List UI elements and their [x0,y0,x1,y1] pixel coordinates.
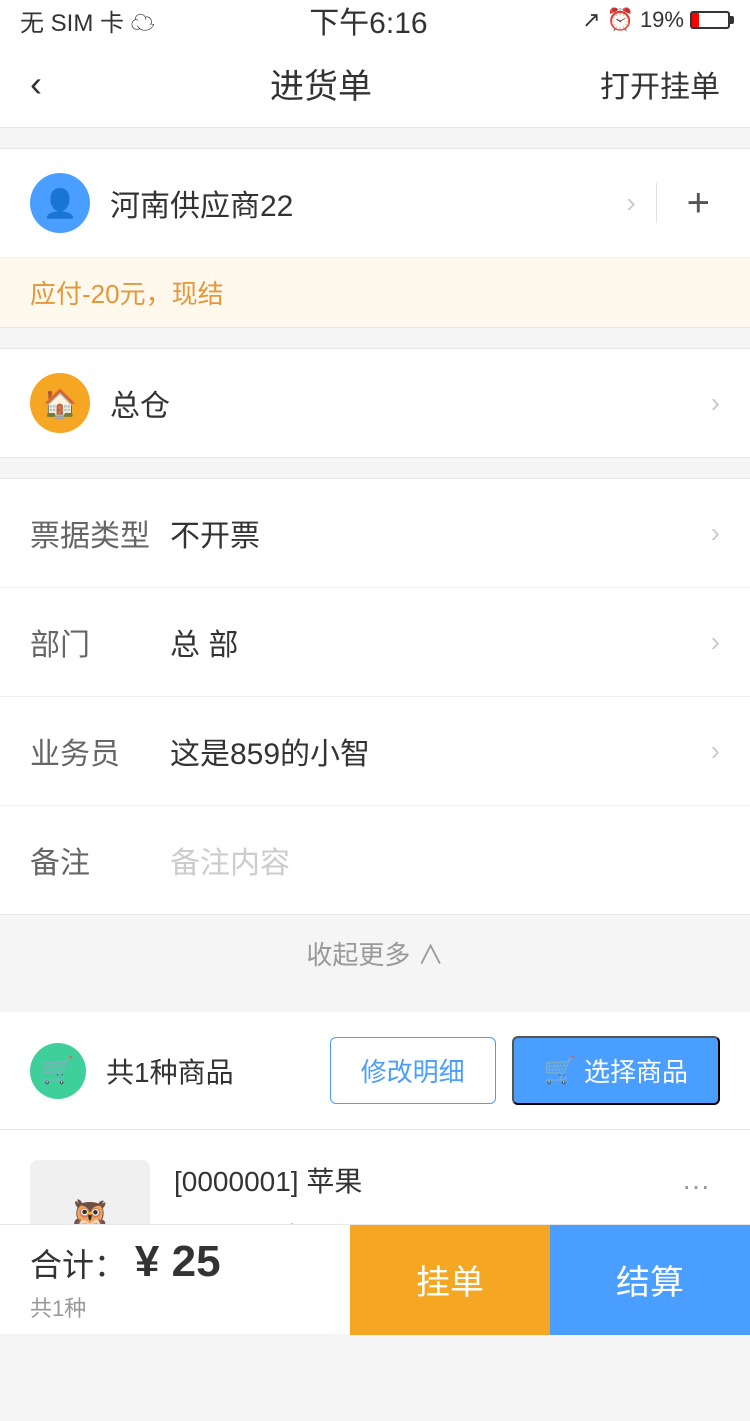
dept-value: 总 部 [170,620,711,664]
house-icon: 🏠 [43,387,78,420]
product-name: [0000001] 苹果 [174,1160,672,1200]
invoice-label: 票据类型 [30,511,170,555]
invoice-value: 不开票 [170,511,711,555]
warehouse-icon: 🏠 [30,373,90,433]
open-hold-button[interactable]: 打开挂单 [600,62,720,106]
collapse-row[interactable]: 收起更多 ∧ [0,915,750,992]
products-header: 🛒 共1种商品 修改明细 🛒 选择商品 [0,1012,750,1130]
product-code: [0000001] [174,1166,299,1197]
supplier-avatar: 👤 [30,173,90,233]
bottom-bar: 合计： ¥ 25 共1种 挂单 结算 [0,1224,750,1334]
staff-value: 这是859的小智 [170,729,711,773]
form-section: 票据类型 不开票 › 部门 总 部 › 业务员 这是859的小智 › 备注 备注… [0,478,750,915]
select-product-button[interactable]: 🛒 选择商品 [512,1036,720,1105]
products-icon: 🛒 [30,1043,86,1099]
notice-text: 应付-20元，现结 [30,279,224,309]
more-options-button[interactable]: ··· [672,1160,720,1212]
total-count: 共1种 [30,1291,320,1323]
note-label: 备注 [30,838,170,882]
total-label: 合计： [30,1247,126,1283]
supplier-section: 👤 河南供应商22 › + 应付-20元，现结 [0,148,750,328]
dept-label: 部门 [30,620,170,664]
invoice-row[interactable]: 票据类型 不开票 › [0,479,750,588]
vertical-divider [656,183,657,223]
alarm-icon: ⏰ [607,7,634,33]
total-section: 合计： ¥ 25 共1种 [0,1237,350,1323]
chevron-right-icon: › [711,626,720,658]
edit-details-button[interactable]: 修改明细 [330,1037,496,1104]
products-count: 共1种商品 [106,1051,330,1091]
nav-bar: ‹ 进货单 打开挂单 [0,40,750,128]
supplier-row[interactable]: 👤 河南供应商22 › + [0,149,750,258]
status-time: 下午6:16 [309,0,427,42]
select-product-label: 选择商品 [584,1052,688,1089]
product-title: 苹果 [306,1166,362,1197]
chevron-right-icon: › [711,735,720,767]
chevron-right-icon: › [711,387,720,419]
staff-row[interactable]: 业务员 这是859的小智 › [0,697,750,806]
status-bar: 无 SIM 卡 ☁ 下午6:16 ↗ ⏰ 19% [0,0,750,40]
supplier-name: 河南供应商22 [110,181,626,225]
location-icon: ↗ [582,7,600,33]
chevron-right-icon: › [711,517,720,549]
status-left: 无 SIM 卡 ☁ [20,3,155,38]
add-cart-icon: 🛒 [544,1055,576,1086]
warehouse-name: 总仓 [110,381,711,425]
total-amount: 合计： ¥ 25 [30,1237,320,1287]
dept-row[interactable]: 部门 总 部 › [0,588,750,697]
add-button[interactable]: + [677,181,720,226]
collapse-label: 收起更多 ∧ [306,940,443,970]
warehouse-section: 🏠 总仓 › [0,348,750,458]
status-right: ↗ ⏰ 19% [582,7,730,33]
note-value: 备注内容 [170,838,720,882]
page-title: 进货单 [270,59,372,108]
back-button[interactable]: ‹ [30,63,42,105]
staff-label: 业务员 [30,729,170,773]
sim-indicator: 无 SIM 卡 ☁ [20,3,155,38]
cart-icon: 🛒 [42,1055,74,1086]
warehouse-row[interactable]: 🏠 总仓 › [0,349,750,457]
total-number: ¥ 25 [135,1237,221,1286]
battery-percentage: 19% [640,7,684,33]
note-row[interactable]: 备注 备注内容 [0,806,750,914]
battery-icon [690,11,730,29]
hold-button[interactable]: 挂单 [350,1225,550,1335]
settle-button[interactable]: 结算 [550,1225,750,1335]
avatar-icon: 👤 [43,187,78,220]
notice-row: 应付-20元，现结 [0,258,750,327]
chevron-right-icon: › [626,187,635,219]
